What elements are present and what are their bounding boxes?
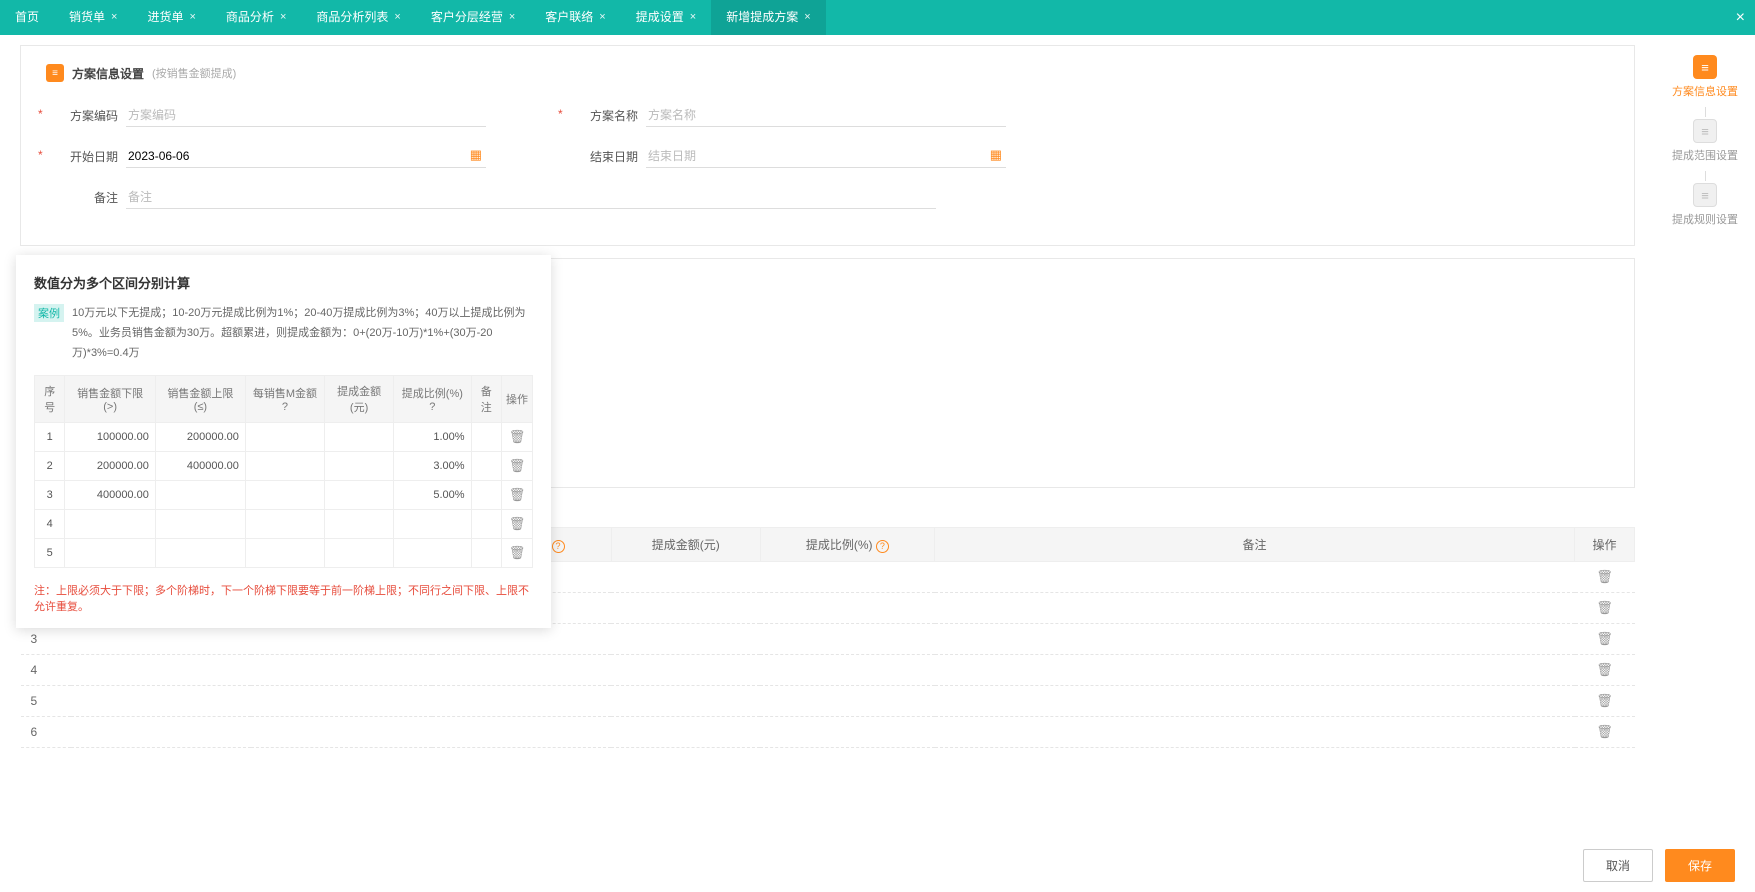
help-icon[interactable]: ?	[552, 540, 565, 553]
tab-product-analysis-list[interactable]: 商品分析列表×	[301, 0, 415, 35]
step-plan-info[interactable]: ≡ 方案信息设置	[1672, 55, 1738, 99]
tabs-bar: 首页 销货单× 进货单× 商品分析× 商品分析列表× 客户分层经营× 客户联络×…	[0, 0, 1755, 35]
trash-icon[interactable]: 🗑	[1596, 631, 1613, 646]
close-icon[interactable]: ×	[394, 0, 400, 35]
table-row: 1100000.00200000.001.00%🗑	[35, 423, 533, 452]
popup-title: 数值分为多个区间分别计算	[34, 273, 533, 292]
table-row: 3400000.005.00%🗑	[35, 481, 533, 510]
step-icon: ≡	[1693, 55, 1717, 79]
save-button[interactable]: 保存	[1665, 849, 1735, 882]
interval-example-popup: 数值分为多个区间分别计算 案例 10万元以下无提成；10-20万元提成比例为1%…	[16, 255, 551, 628]
step-icon: ≡	[1693, 119, 1717, 143]
tab-home[interactable]: 首页	[0, 0, 54, 35]
example-tag: 案例	[34, 304, 64, 322]
card-icon: ≡	[46, 64, 64, 82]
close-icon[interactable]: ×	[111, 0, 117, 35]
table-row: 2200000.00400000.003.00%🗑	[35, 452, 533, 481]
calendar-icon[interactable]: ▦	[990, 147, 1002, 163]
close-icon[interactable]: ×	[509, 0, 515, 35]
step-range[interactable]: ≡ 提成范围设置	[1672, 119, 1738, 163]
help-icon[interactable]: ?	[876, 540, 889, 553]
tab-new-commission-plan[interactable]: 新增提成方案×	[711, 0, 825, 35]
trash-icon[interactable]: 🗑	[1596, 569, 1613, 584]
col-op: 操作	[1575, 528, 1635, 562]
card-subtitle: (按销售金额提成)	[152, 65, 236, 81]
trash-icon[interactable]: 🗑	[509, 458, 526, 473]
close-icon[interactable]: ×	[690, 0, 696, 35]
cancel-button[interactable]: 取消	[1583, 849, 1653, 882]
name-input[interactable]	[646, 104, 1006, 127]
tab-sales-order[interactable]: 销货单×	[54, 0, 132, 35]
trash-icon[interactable]: 🗑	[509, 516, 526, 531]
code-input[interactable]	[126, 104, 486, 127]
close-icon[interactable]: ×	[804, 0, 810, 35]
tab-purchase-order[interactable]: 进货单×	[132, 0, 210, 35]
code-label: 方案编码	[46, 107, 126, 124]
col-remark: 备注	[935, 528, 1575, 562]
remark-input[interactable]	[126, 186, 936, 209]
trash-icon[interactable]: 🗑	[509, 545, 526, 560]
trash-icon[interactable]: 🗑	[509, 487, 526, 502]
tab-customer-contact[interactable]: 客户联络×	[530, 0, 620, 35]
remark-label: 备注	[46, 189, 126, 206]
close-icon[interactable]: ×	[189, 0, 195, 35]
trash-icon[interactable]: 🗑	[1596, 600, 1613, 615]
close-icon[interactable]: ×	[599, 0, 605, 35]
step-rule[interactable]: ≡ 提成规则设置	[1672, 183, 1738, 227]
table-row: 4🗑	[35, 510, 533, 539]
table-row[interactable]: 5🗑	[21, 686, 1635, 717]
tab-commission-settings[interactable]: 提成设置×	[621, 0, 711, 35]
tab-customer-tier[interactable]: 客户分层经营×	[416, 0, 530, 35]
plan-info-card: ≡ 方案信息设置 (按销售金额提成) 方案编码 方案名称 开始日期	[20, 45, 1635, 246]
calendar-icon[interactable]: ▦	[470, 147, 482, 163]
table-row[interactable]: 4🗑	[21, 655, 1635, 686]
card-title: 方案信息设置	[72, 65, 144, 82]
table-row[interactable]: 6🗑	[21, 717, 1635, 748]
table-row: 5🗑	[35, 539, 533, 568]
side-nav: ≡ 方案信息设置 ≡ 提成范围设置 ≡ 提成规则设置	[1655, 35, 1755, 828]
trash-icon[interactable]: 🗑	[509, 429, 526, 444]
trash-icon[interactable]: 🗑	[1596, 693, 1613, 708]
end-date-label: 结束日期	[566, 148, 646, 165]
col-amount: 提成金额(元)	[611, 528, 760, 562]
tab-product-analysis[interactable]: 商品分析×	[211, 0, 301, 35]
popup-note: 注：上限必须大于下限；多个阶梯时，下一个阶梯下限要等于前一阶梯上限；不同行之间下…	[34, 582, 533, 614]
trash-icon[interactable]: 🗑	[1596, 662, 1613, 677]
col-ratio: 提成比例(%) ?	[760, 528, 934, 562]
trash-icon[interactable]: 🗑	[1596, 724, 1613, 739]
example-table: 序号 销售金额下限 (>) 销售金额上限 (≤) 每销售M金额 ? 提成金额(元…	[34, 375, 533, 568]
start-date-label: 开始日期	[46, 148, 126, 165]
name-label: 方案名称	[566, 107, 646, 124]
start-date-input[interactable]	[126, 145, 486, 168]
close-all-icon[interactable]: ×	[1736, 9, 1745, 27]
step-icon: ≡	[1693, 183, 1717, 207]
footer-bar: 取消 保存	[1563, 839, 1755, 892]
close-icon[interactable]: ×	[280, 0, 286, 35]
end-date-input[interactable]	[646, 145, 1006, 168]
example-text: 10万元以下无提成；10-20万元提成比例为1%；20-40万提成比例为3%；4…	[72, 304, 533, 363]
